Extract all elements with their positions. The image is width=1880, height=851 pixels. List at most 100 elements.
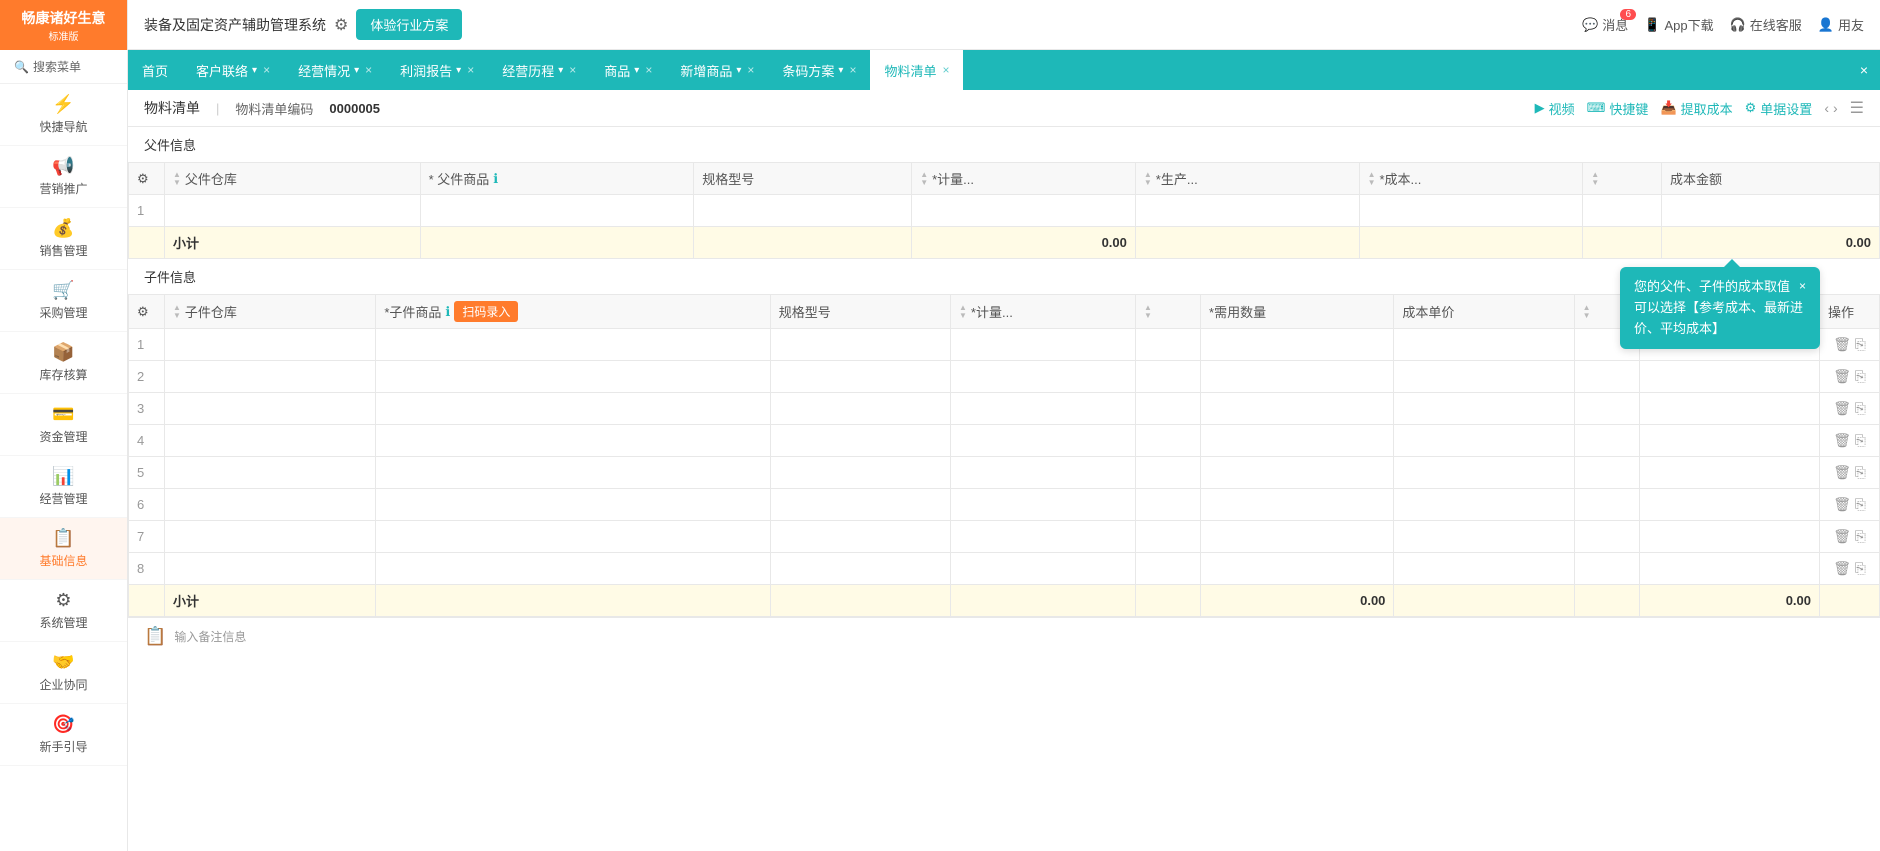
child-cell-goods[interactable] (376, 329, 770, 361)
child-col-settings[interactable]: ⚙ (129, 295, 165, 329)
tab-bom[interactable]: 物料清单 × (870, 50, 963, 90)
tab-close-icon[interactable]: × (263, 63, 270, 77)
tab-goods[interactable]: 商品 ▾ × (590, 50, 666, 90)
tab-close-icon[interactable]: × (849, 63, 856, 77)
app-download-btn[interactable]: 📱 App下载 (1644, 15, 1713, 34)
child-cell-spec[interactable] (770, 329, 950, 361)
message-btn[interactable]: 💬 消息 6 (1582, 15, 1628, 34)
child-cell-unit[interactable] (950, 521, 1135, 553)
child-cell-qty[interactable] (1201, 521, 1394, 553)
sidebar-item-system[interactable]: ⚙ 系统管理 (0, 580, 127, 642)
parent-cell-unit[interactable] (912, 195, 1136, 227)
prev-page-btn[interactable]: ‹ (1824, 100, 1829, 116)
child-cell-unit-price[interactable] (1394, 553, 1574, 585)
child-cell-spec[interactable] (770, 393, 950, 425)
tab-operations[interactable]: 经营情况 ▾ × (284, 50, 386, 90)
tab-close-icon[interactable]: × (747, 63, 754, 77)
tab-close-icon[interactable]: × (645, 63, 652, 77)
child-cell-warehouse[interactable] (165, 329, 376, 361)
tab-history[interactable]: 经营历程 ▾ × (488, 50, 590, 90)
cost-action[interactable]: 📥 提取成本 (1660, 99, 1732, 118)
tab-close-icon[interactable]: × (467, 63, 474, 77)
copy-row-btn[interactable]: ⎘ (1855, 336, 1866, 352)
user-btn[interactable]: 👤 用友 (1818, 15, 1864, 34)
delete-row-btn[interactable]: 🗑 (1833, 464, 1851, 480)
settings-action[interactable]: ⚙ 单据设置 (1745, 99, 1813, 118)
child-cell-qty[interactable] (1201, 489, 1394, 521)
child-cell-unit-price[interactable] (1394, 425, 1574, 457)
sidebar-item-marketing[interactable]: 📢 营销推广 (0, 146, 127, 208)
online-service-btn[interactable]: 🎧 在线客服 (1730, 15, 1802, 34)
tab-close-icon[interactable]: × (365, 63, 372, 77)
child-cell-warehouse[interactable] (165, 489, 376, 521)
delete-row-btn[interactable]: 🗑 (1833, 400, 1851, 416)
child-cell-qty[interactable] (1201, 329, 1394, 361)
tab-customer[interactable]: 客户联络 ▾ × (182, 50, 284, 90)
copy-row-btn[interactable]: ⎘ (1855, 528, 1866, 544)
child-cell-qty[interactable] (1201, 425, 1394, 457)
sidebar-item-finance[interactable]: 💳 资金管理 (0, 394, 127, 456)
sidebar-item-inventory[interactable]: 📦 库存核算 (0, 332, 127, 394)
copy-row-btn[interactable]: ⎘ (1855, 560, 1866, 576)
child-cell-qty[interactable] (1201, 457, 1394, 489)
parent-cell-cost[interactable] (1359, 195, 1583, 227)
child-cell-warehouse[interactable] (165, 361, 376, 393)
child-cell-spec[interactable] (770, 489, 950, 521)
sidebar-item-quick-nav[interactable]: ⚡ 快捷导航 (0, 84, 127, 146)
child-cell-qty[interactable] (1201, 361, 1394, 393)
list-view-icon[interactable]: ☰ (1850, 98, 1864, 118)
parent-cell-goods[interactable] (420, 195, 694, 227)
parent-col-settings[interactable]: ⚙ (129, 163, 165, 195)
view-action[interactable]: ▶ 视频 (1535, 99, 1575, 118)
sidebar-item-sales[interactable]: 💰 销售管理 (0, 208, 127, 270)
child-cell-unit[interactable] (950, 329, 1135, 361)
child-cell-unit[interactable] (950, 553, 1135, 585)
child-cell-warehouse[interactable] (165, 393, 376, 425)
child-cell-warehouse[interactable] (165, 553, 376, 585)
child-cell-unit[interactable] (950, 425, 1135, 457)
child-cell-spec[interactable] (770, 457, 950, 489)
delete-row-btn[interactable]: 🗑 (1833, 336, 1851, 352)
sidebar-item-basic-info[interactable]: 📋 基础信息 (0, 518, 127, 580)
child-cell-warehouse[interactable] (165, 425, 376, 457)
tooltip-close-btn[interactable]: × (1799, 277, 1806, 296)
sidebar-item-guide[interactable]: 🎯 新手引导 (0, 704, 127, 766)
delete-row-btn[interactable]: 🗑 (1833, 496, 1851, 512)
delete-row-btn[interactable]: 🗑 (1833, 528, 1851, 544)
child-cell-goods[interactable] (376, 393, 770, 425)
copy-row-btn[interactable]: ⎘ (1855, 496, 1866, 512)
child-cell-goods[interactable] (376, 361, 770, 393)
child-cell-spec[interactable] (770, 361, 950, 393)
child-cell-warehouse[interactable] (165, 521, 376, 553)
child-cell-unit-price[interactable] (1394, 361, 1574, 393)
copy-row-btn[interactable]: ⎘ (1855, 432, 1866, 448)
next-page-btn[interactable]: › (1833, 100, 1838, 116)
tab-profit[interactable]: 利润报告 ▾ × (386, 50, 488, 90)
child-cell-warehouse[interactable] (165, 457, 376, 489)
topbar-gear-icon[interactable]: ⚙ (334, 15, 348, 35)
child-cell-spec[interactable] (770, 521, 950, 553)
child-cell-unit-price[interactable] (1394, 393, 1574, 425)
tab-home[interactable]: 首页 (128, 50, 182, 90)
delete-row-btn[interactable]: 🗑 (1833, 368, 1851, 384)
child-cell-unit[interactable] (950, 489, 1135, 521)
child-cell-goods[interactable] (376, 553, 770, 585)
close-all-tabs-btn[interactable]: × (1848, 62, 1880, 78)
shortcut-action[interactable]: ⌨ 快捷键 (1587, 99, 1649, 118)
child-cell-spec[interactable] (770, 553, 950, 585)
parent-cell-produce[interactable] (1135, 195, 1359, 227)
tab-new-goods[interactable]: 新增商品 ▾ × (666, 50, 768, 90)
copy-row-btn[interactable]: ⎘ (1855, 464, 1866, 480)
trial-btn[interactable]: 体验行业方案 (356, 9, 462, 40)
child-cell-qty[interactable] (1201, 553, 1394, 585)
parent-cell-warehouse[interactable] (165, 195, 421, 227)
child-cell-unit[interactable] (950, 361, 1135, 393)
tab-close-icon[interactable]: × (942, 63, 949, 77)
child-cell-unit-price[interactable] (1394, 329, 1574, 361)
child-cell-goods[interactable] (376, 521, 770, 553)
delete-row-btn[interactable]: 🗑 (1833, 560, 1851, 576)
child-cell-goods[interactable] (376, 457, 770, 489)
sidebar-item-cooperation[interactable]: 🤝 企业协同 (0, 642, 127, 704)
copy-row-btn[interactable]: ⎘ (1855, 400, 1866, 416)
tab-close-icon[interactable]: × (569, 63, 576, 77)
